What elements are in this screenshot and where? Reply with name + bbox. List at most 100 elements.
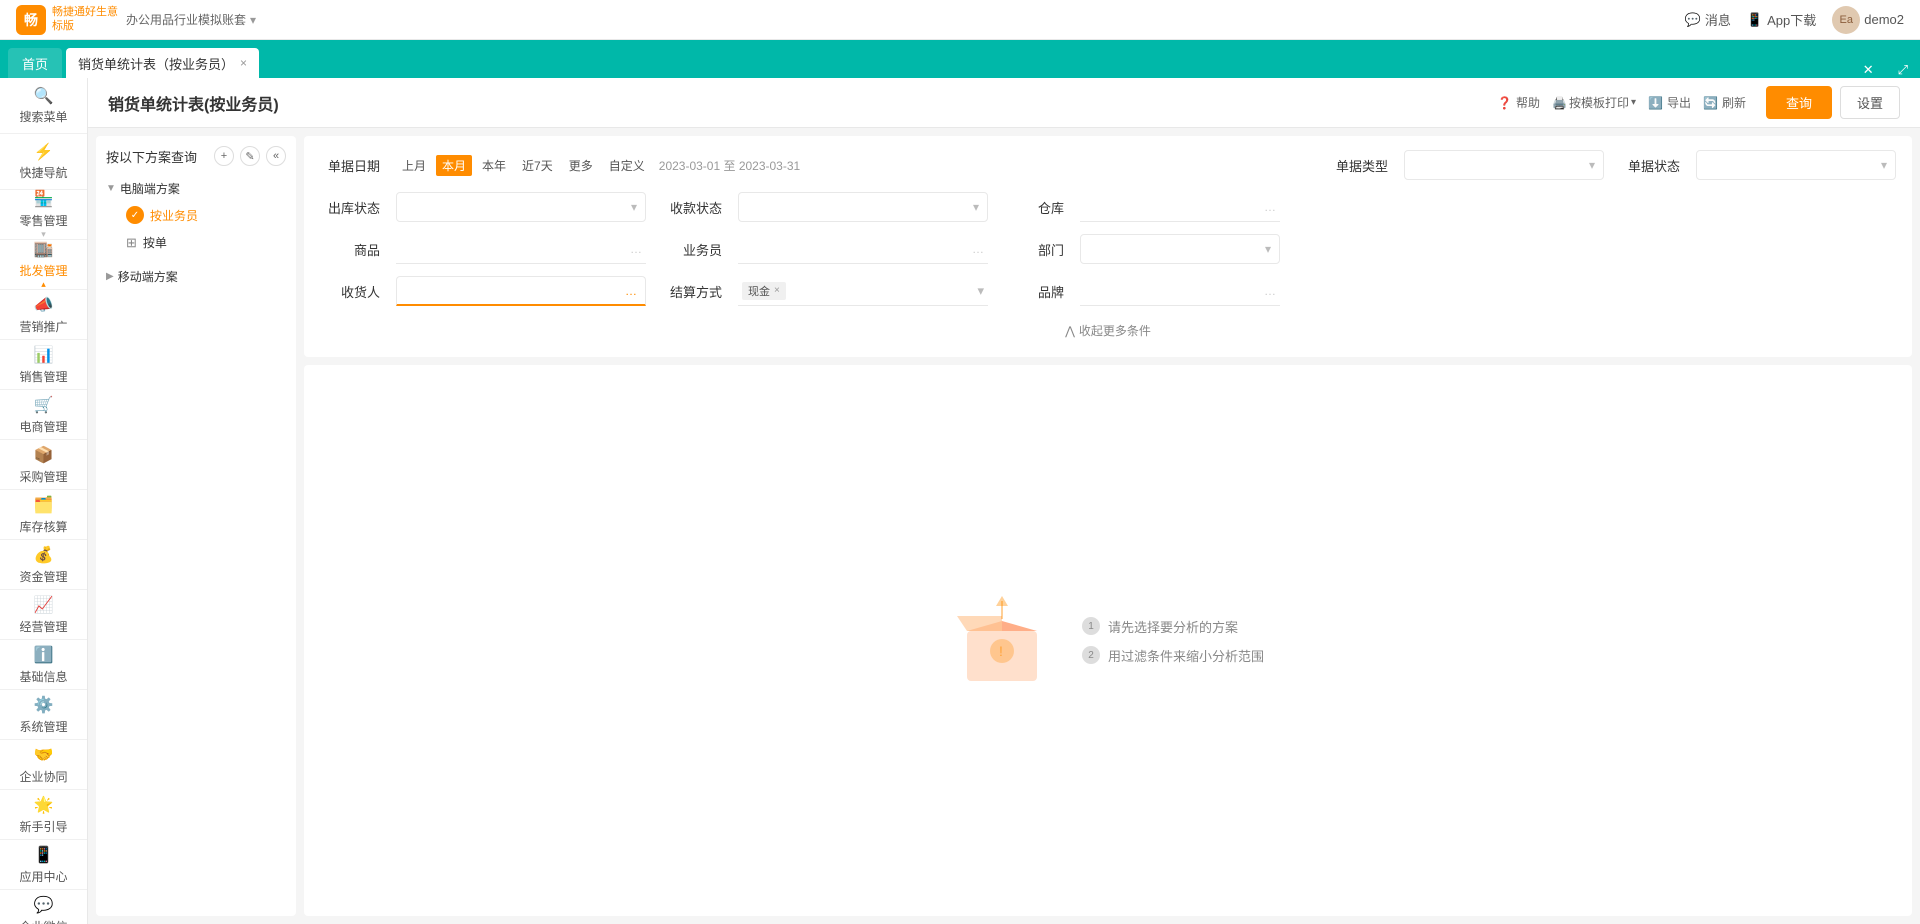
filter-row-2: 出库状态 ▾ 收款状态 ▾ 仓库 … [320,192,1896,222]
logo-text: 畅捷通好生意 标版 [52,6,118,32]
marketing-icon: 📣 [34,295,54,315]
query-button[interactable]: 查询 [1766,86,1832,119]
content-body: 按以下方案查询 + ✎ « ▼ 电脑端方案 ✓ 按业务员 [88,128,1920,924]
sidebar-item-retail[interactable]: 🏪 零售管理 ▾ [0,190,87,240]
scheme-group-pc-title[interactable]: ▼ 电脑端方案 [106,176,286,201]
dots-icon-5: … [1264,284,1276,298]
help-button[interactable]: ❓ 帮助 [1497,94,1540,111]
app-center-icon: 📱 [34,845,54,865]
shortcut-custom[interactable]: 自定义 [603,155,651,176]
scheme-group-mobile-title[interactable]: ▶ 移动端方案 [106,264,286,289]
tab-active[interactable]: 销货单统计表（按业务员） × [66,48,259,78]
tab-home[interactable]: 首页 [8,48,62,78]
top-bar-left: 畅 畅捷通好生意 标版 办公用品行业模拟账套 ▾ [16,5,256,35]
wholesale-icon: 🏬 [34,239,54,259]
tab-maximize-window[interactable]: ⤢ [1886,62,1920,78]
chevron-down-icon: ▾ [1589,158,1595,172]
collapse-button[interactable]: ⋀ 收起更多条件 [320,318,1896,343]
sidebar-item-app-center[interactable]: 📱 应用中心 [0,840,87,890]
shortcut-last-month[interactable]: 上月 [396,155,432,176]
basic-icon: ℹ️ [34,645,54,665]
empty-box-svg: ! [952,591,1052,691]
sidebar-item-wholesale[interactable]: 🏬 批发管理 ▴ [0,240,87,290]
sidebar-item-system[interactable]: ⚙️ 系统管理 [0,690,87,740]
shortcut-more[interactable]: 更多 [563,155,599,176]
export-button[interactable]: ⬇️ 导出 [1648,94,1691,111]
filter-row-1: 单据日期 上月 本月 本年 近7天 更多 自定义 2023-03-01 至 20… [320,150,1896,180]
goods-select[interactable]: … [396,234,646,264]
shortcut-this-year[interactable]: 本年 [476,155,512,176]
settlement-tag: 现金 × [742,282,786,300]
scheme-active-icon: ✓ [126,206,144,224]
sidebar-item-purchase[interactable]: 📦 采购管理 [0,440,87,490]
settings-button[interactable]: 设置 [1840,86,1900,119]
scheme-item-by-salesperson[interactable]: ✓ 按业务员 [106,201,286,229]
order-type-select[interactable]: ▾ [1404,150,1604,180]
payment-status-select[interactable]: ▾ [738,192,988,222]
app-download-button[interactable]: 📱 App下载 [1747,10,1816,29]
sidebar-item-sales[interactable]: 📊 销售管理 [0,340,87,390]
inventory-icon: 🗂️ [34,495,54,515]
newcomer-icon: 🌟 [34,795,54,815]
sidebar-item-inventory[interactable]: 🗂️ 库存核算 [0,490,87,540]
operations-icon: 📈 [34,595,54,615]
sidebar-item-marketing[interactable]: 📣 营销推广 [0,290,87,340]
triangle-right-icon: ▶ [106,271,114,282]
goods-label: 商品 [320,240,380,259]
consignee-input[interactable]: … [396,276,646,306]
page-title: 销货单统计表(按业务员) [108,91,279,115]
chevron-down-icon-2: ▾ [1881,158,1887,172]
ship-status-select[interactable]: ▾ [396,192,646,222]
print-button[interactable]: 🖨️ 按模板打印 ▾ [1552,94,1636,111]
order-status-label: 单据状态 [1620,156,1680,175]
message-button[interactable]: 💬 消息 [1685,10,1731,29]
date-shortcuts: 上月 本月 本年 近7天 更多 自定义 [396,155,651,176]
sidebar-item-newcomer[interactable]: 🌟 新手引导 [0,790,87,840]
enterprise-wechat-icon: 💬 [34,895,54,915]
warehouse-label: 仓库 [1004,198,1064,217]
chevron-down-icon-3: ▾ [631,200,637,214]
sidebar-item-enterprise-wechat[interactable]: 💬 企业微信 [0,890,87,924]
shortcut-nav-item[interactable]: ⚡ 快捷导航 [0,134,87,190]
message-icon: 💬 [1685,12,1701,28]
scheme-item-by-order[interactable]: ⊞ 按单 [106,229,286,256]
main-layout: 🔍 搜索菜单 ⚡ 快捷导航 🏪 零售管理 ▾ 🏬 批发管理 ▴ 📣 营销推广 📊… [0,78,1920,924]
tab-close-window[interactable]: ✕ [1851,62,1886,78]
avatar: Ea [1832,6,1860,34]
settlement-select[interactable]: 现金 × ▾ [738,276,988,306]
sidebar-item-enterprise[interactable]: 🤝 企业协同 [0,740,87,790]
dots-icon-4: … [625,284,637,298]
shortcut-7days[interactable]: 近7天 [516,155,559,176]
salesperson-label: 业务员 [662,240,722,259]
empty-tip-1: 1 请先选择要分析的方案 [1082,617,1264,636]
action-buttons-area: 查询 设置 [1766,86,1900,119]
order-status-select[interactable]: ▾ [1696,150,1896,180]
tab-close-icon[interactable]: × [240,56,247,70]
empty-state: ! 1 请先选择要分析的方案 2 用过滤条件来缩小 [304,365,1912,916]
page-actions: ❓ 帮助 🖨️ 按模板打印 ▾ ⬇️ 导出 🔄 刷新 查询 [1497,86,1900,119]
collapse-panel-button[interactable]: « [266,146,286,166]
edit-scheme-button[interactable]: ✎ [240,146,260,166]
search-menu-item[interactable]: 🔍 搜索菜单 [0,78,87,134]
brand-select[interactable]: … [1080,276,1280,306]
tag-close-icon[interactable]: × [774,285,780,296]
user-menu[interactable]: Ea demo2 [1832,6,1904,34]
logo-area: 畅 畅捷通好生意 标版 [16,5,118,35]
date-label: 单据日期 [320,156,380,175]
scheme-header-actions: + ✎ « [214,146,286,166]
refresh-button[interactable]: 🔄 刷新 [1703,94,1746,111]
chevron-down-icon-6: ▾ [977,283,984,299]
department-label: 部门 [1004,240,1064,259]
sidebar-item-operations[interactable]: 📈 经营管理 [0,590,87,640]
shortcut-this-month[interactable]: 本月 [436,155,472,176]
tab-bar: 首页 销货单统计表（按业务员） × ✕ ⤢ [0,40,1920,78]
salesperson-select[interactable]: … [738,234,988,264]
triangle-down-icon: ▼ [106,183,116,194]
add-scheme-button[interactable]: + [214,146,234,166]
warehouse-select[interactable]: … [1080,192,1280,222]
sidebar-item-finance[interactable]: 💰 资金管理 [0,540,87,590]
department-select[interactable]: ▾ [1080,234,1280,264]
sidebar-item-ecommerce[interactable]: 🛒 电商管理 [0,390,87,440]
sidebar-item-basic[interactable]: ℹ️ 基础信息 [0,640,87,690]
breadcrumb: 办公用品行业模拟账套 ▾ [126,11,256,28]
